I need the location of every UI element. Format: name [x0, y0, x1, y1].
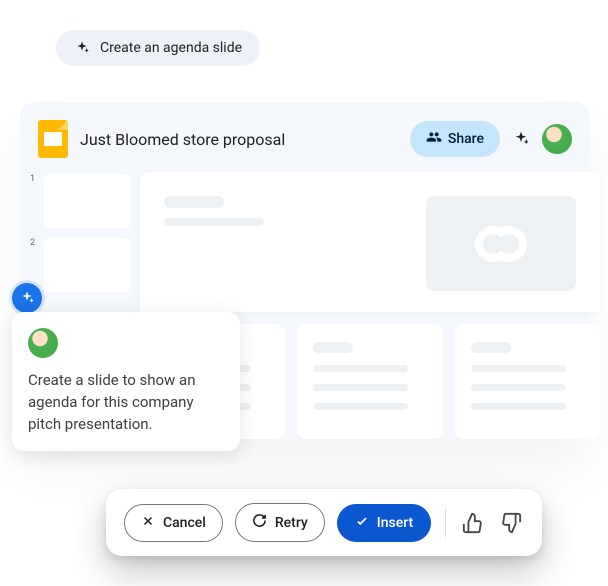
placeholder-line	[471, 403, 566, 410]
check-icon	[355, 514, 369, 532]
refresh-icon	[252, 513, 267, 532]
cancel-button-label: Cancel	[163, 515, 206, 531]
placeholder-line	[164, 218, 264, 226]
placeholder-line	[313, 403, 408, 410]
action-bar: Cancel Retry Insert	[106, 489, 542, 556]
slide-thumbnail[interactable]	[44, 174, 130, 228]
insert-button-label: Insert	[377, 515, 413, 531]
user-avatar[interactable]	[542, 124, 572, 154]
content-card	[297, 324, 442, 439]
sparkle-icon	[74, 40, 90, 56]
people-icon	[426, 129, 442, 149]
divider	[445, 509, 446, 537]
placeholder-line	[313, 365, 408, 372]
user-avatar	[28, 328, 58, 358]
slide-text-placeholder	[164, 196, 264, 288]
slide-number: 1	[30, 174, 38, 228]
insert-button[interactable]: Insert	[337, 504, 431, 542]
content-card	[455, 324, 600, 439]
main-slide-preview	[140, 172, 600, 312]
share-button[interactable]: Share	[410, 121, 500, 157]
share-button-label: Share	[448, 131, 484, 147]
suggestion-chip-label: Create an agenda slide	[100, 40, 242, 56]
slide-image-placeholder	[426, 196, 576, 291]
thumbs-down-button[interactable]	[498, 510, 524, 536]
placeholder-line	[164, 196, 224, 208]
app-header: Just Bloomed store proposal Share	[20, 120, 590, 172]
placeholder-line	[471, 342, 511, 353]
retry-button-label: Retry	[275, 515, 308, 531]
thumbs-up-button[interactable]	[460, 510, 486, 536]
ai-sparkle-badge[interactable]	[12, 283, 42, 313]
placeholder-line	[471, 365, 566, 372]
slide-thumbnail-row[interactable]: 2	[30, 238, 130, 292]
placeholder-line	[313, 342, 353, 353]
slide-thumbnail[interactable]	[44, 238, 130, 292]
cancel-button[interactable]: Cancel	[124, 504, 223, 542]
slides-logo-icon	[38, 120, 68, 158]
ai-sparkle-button[interactable]	[512, 130, 530, 148]
retry-button[interactable]: Retry	[235, 503, 325, 542]
placeholder-line	[471, 384, 566, 391]
close-icon	[141, 514, 155, 532]
suggestion-chip[interactable]: Create an agenda slide	[56, 30, 260, 66]
prompt-popover: Create a slide to show an agenda for thi…	[12, 312, 240, 451]
document-title[interactable]: Just Bloomed store proposal	[80, 130, 398, 149]
slide-thumbnail-row[interactable]: 1	[30, 174, 130, 228]
prompt-text: Create a slide to show an agenda for thi…	[28, 370, 224, 435]
placeholder-line	[313, 384, 408, 391]
